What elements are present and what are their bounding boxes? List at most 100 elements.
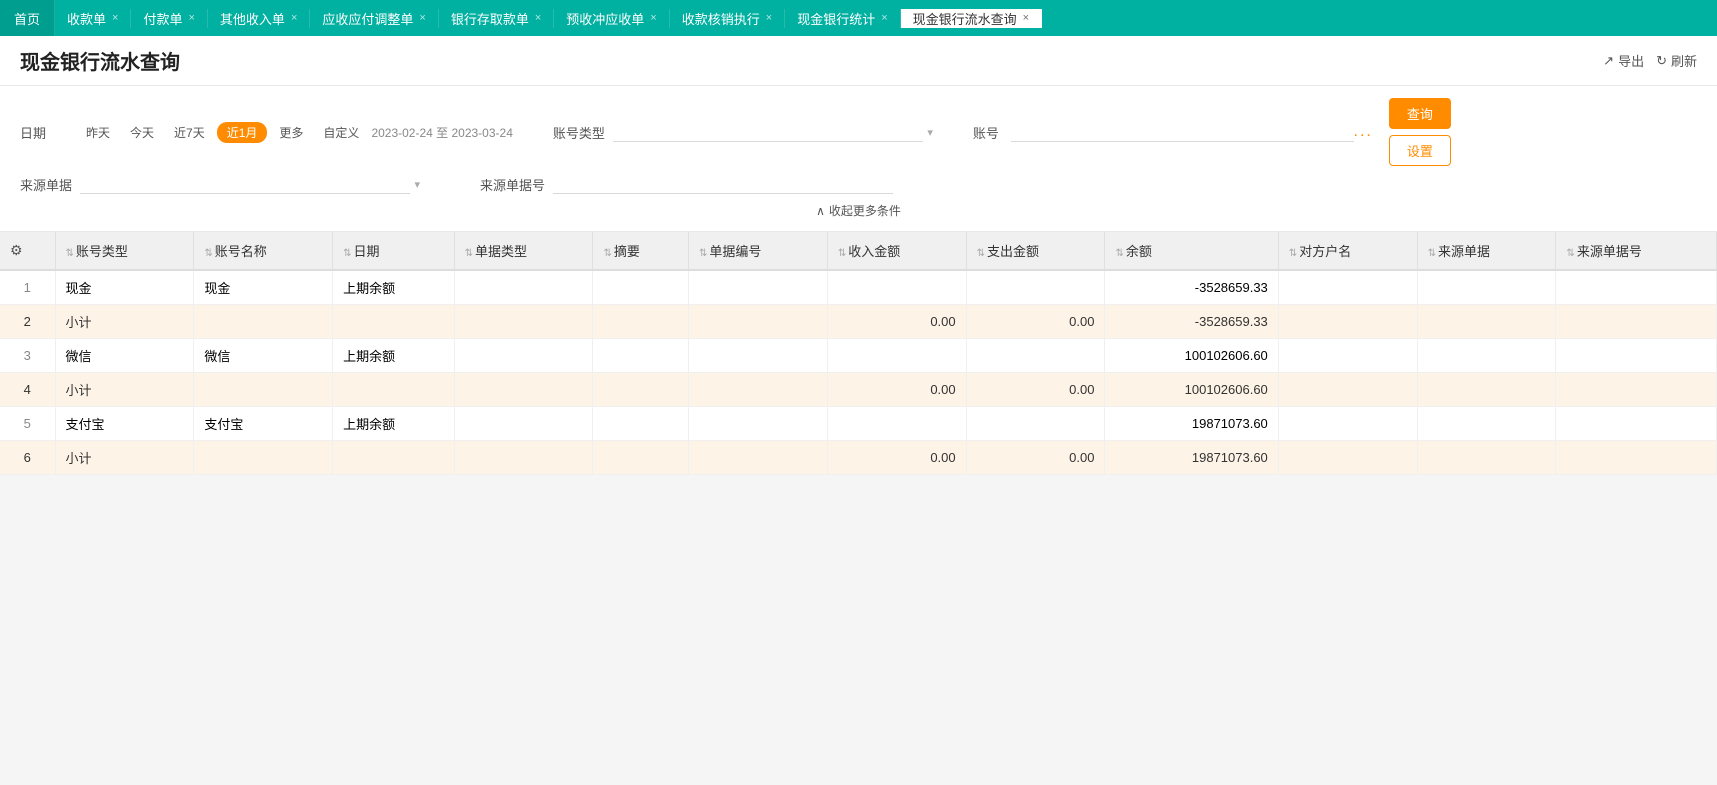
date-range-text: 2023-02-24 至 2023-03-24 <box>371 124 512 141</box>
cell-expense: 0.00 <box>966 372 1105 406</box>
cell-summary <box>593 440 689 474</box>
column-header-gear: ⚙ <box>0 232 55 270</box>
action-buttons: 查询 设置 <box>1389 98 1451 166</box>
cell-income <box>827 338 966 372</box>
nav-tab[interactable]: 预收冲应收单× <box>554 9 669 28</box>
cell-account_type: 支付宝 <box>55 406 194 440</box>
cell-summary <box>593 406 689 440</box>
column-header-income[interactable]: ⇅收入金额 <box>827 232 966 270</box>
column-header-doc_no[interactable]: ⇅单据编号 <box>689 232 828 270</box>
cell-row_num: 4 <box>0 372 55 406</box>
account-type-dropdown-icon: ▾ <box>927 126 933 139</box>
table-row: 5支付宝支付宝上期余额19871073.60 <box>0 406 1717 440</box>
table-container: ⚙⇅账号类型⇅账号名称⇅日期⇅单据类型⇅摘要⇅单据编号⇅收入金额⇅支出金额⇅余额… <box>0 232 1717 475</box>
cell-doc_type <box>454 338 593 372</box>
settings-icon[interactable]: ⚙ <box>10 242 23 258</box>
cell-income: 0.00 <box>827 304 966 338</box>
date-option-button[interactable]: 更多 <box>271 122 311 143</box>
sort-icon: ⇅ <box>1566 248 1574 259</box>
nav-tab[interactable]: 现金银行统计× <box>785 9 900 28</box>
nav-tab-label: 收款单 <box>67 9 106 28</box>
nav-tab[interactable]: 其他收入单× <box>208 9 310 28</box>
table-row: 1现金现金上期余额-3528659.33 <box>0 270 1717 304</box>
column-header-balance[interactable]: ⇅余额 <box>1105 232 1278 270</box>
top-navigation: 首页 收款单×付款单×其他收入单×应收应付调整单×银行存取款单×预收冲应收单×收… <box>0 0 1717 36</box>
column-header-source_doc_no[interactable]: ⇅来源单据号 <box>1556 232 1717 270</box>
header-actions: ↗ 导出 ↻ 刷新 <box>1603 51 1697 70</box>
column-header-summary[interactable]: ⇅摘要 <box>593 232 689 270</box>
close-icon[interactable]: × <box>650 12 656 24</box>
date-option-button[interactable]: 近7天 <box>166 122 213 143</box>
export-button[interactable]: ↗ 导出 <box>1603 51 1644 70</box>
account-input[interactable] <box>1011 122 1354 142</box>
source-doc-dropdown-icon: ▾ <box>414 178 420 191</box>
nav-tab-label: 现金银行流水查询 <box>913 9 1017 28</box>
cell-source_doc <box>1417 406 1556 440</box>
sort-icon: ⇅ <box>977 248 985 259</box>
collapse-bar[interactable]: ∧ 收起更多条件 <box>20 202 1697 219</box>
cell-source_doc <box>1417 338 1556 372</box>
cell-date: 上期余额 <box>333 270 455 304</box>
nav-tab[interactable]: 付款单× <box>131 9 207 28</box>
cell-account_type: 小计 <box>55 440 194 474</box>
col-label: 日期 <box>354 244 380 259</box>
account-ellipsis-button[interactable]: ... <box>1354 123 1373 141</box>
close-icon[interactable]: × <box>1023 12 1029 24</box>
account-type-input[interactable] <box>613 122 923 142</box>
setting-button[interactable]: 设置 <box>1389 135 1451 166</box>
close-icon[interactable]: × <box>419 12 425 24</box>
column-header-date[interactable]: ⇅日期 <box>333 232 455 270</box>
column-header-account_name[interactable]: ⇅账号名称 <box>194 232 333 270</box>
cell-income <box>827 270 966 304</box>
col-label: 收入金额 <box>848 244 900 259</box>
sort-icon: ⇅ <box>1428 248 1436 259</box>
table-row: 3微信微信上期余额100102606.60 <box>0 338 1717 372</box>
cell-income <box>827 406 966 440</box>
page-header: 现金银行流水查询 ↗ 导出 ↻ 刷新 <box>0 36 1717 86</box>
nav-tab[interactable]: 应收应付调整单× <box>310 9 438 28</box>
close-icon[interactable]: × <box>766 12 772 24</box>
refresh-button[interactable]: ↻ 刷新 <box>1656 51 1697 70</box>
column-header-expense[interactable]: ⇅支出金额 <box>966 232 1105 270</box>
cell-row_num: 3 <box>0 338 55 372</box>
date-option-button[interactable]: 自定义 <box>315 122 367 143</box>
cell-row_num: 2 <box>0 304 55 338</box>
cell-expense: 0.00 <box>966 304 1105 338</box>
close-icon[interactable]: × <box>535 12 541 24</box>
collapse-up-icon: ∧ <box>816 204 825 218</box>
column-header-counterpart[interactable]: ⇅对方户名 <box>1278 232 1417 270</box>
nav-tab[interactable]: 收款核销执行× <box>670 9 785 28</box>
account-type-filter: 账号类型 ▾ <box>553 122 933 142</box>
nav-tab[interactable]: 银行存取款单× <box>439 9 554 28</box>
source-doc-num-input[interactable] <box>553 174 893 194</box>
cell-source_doc <box>1417 440 1556 474</box>
cell-date <box>333 372 455 406</box>
column-header-doc_type[interactable]: ⇅单据类型 <box>454 232 593 270</box>
cell-source_doc <box>1417 372 1556 406</box>
cell-row_num: 1 <box>0 270 55 304</box>
date-option-button[interactable]: 近1月 <box>217 122 268 143</box>
close-icon[interactable]: × <box>112 12 118 24</box>
cell-row_num: 5 <box>0 406 55 440</box>
col-label: 余额 <box>1126 244 1152 259</box>
nav-tab[interactable]: 收款单 × <box>55 9 131 28</box>
nav-home[interactable]: 首页 <box>0 0 55 36</box>
close-icon[interactable]: × <box>291 12 297 24</box>
source-doc-input[interactable] <box>80 174 410 194</box>
cell-date: 上期余额 <box>333 338 455 372</box>
table-row: 2小计0.000.00-3528659.33 <box>0 304 1717 338</box>
column-header-source_doc[interactable]: ⇅来源单据 <box>1417 232 1556 270</box>
date-options: 昨天今天近7天近1月更多自定义 <box>78 122 367 143</box>
query-button[interactable]: 查询 <box>1389 98 1451 129</box>
close-icon[interactable]: × <box>188 12 194 24</box>
close-icon[interactable]: × <box>881 12 887 24</box>
refresh-icon: ↻ <box>1656 53 1667 69</box>
date-option-button[interactable]: 今天 <box>122 122 162 143</box>
source-doc-label: 来源单据 <box>20 175 72 194</box>
cell-account_type: 微信 <box>55 338 194 372</box>
date-option-button[interactable]: 昨天 <box>78 122 118 143</box>
column-header-account_type[interactable]: ⇅账号类型 <box>55 232 194 270</box>
cell-expense <box>966 270 1105 304</box>
cell-date <box>333 304 455 338</box>
nav-tab[interactable]: 现金银行流水查询 × <box>901 9 1042 28</box>
